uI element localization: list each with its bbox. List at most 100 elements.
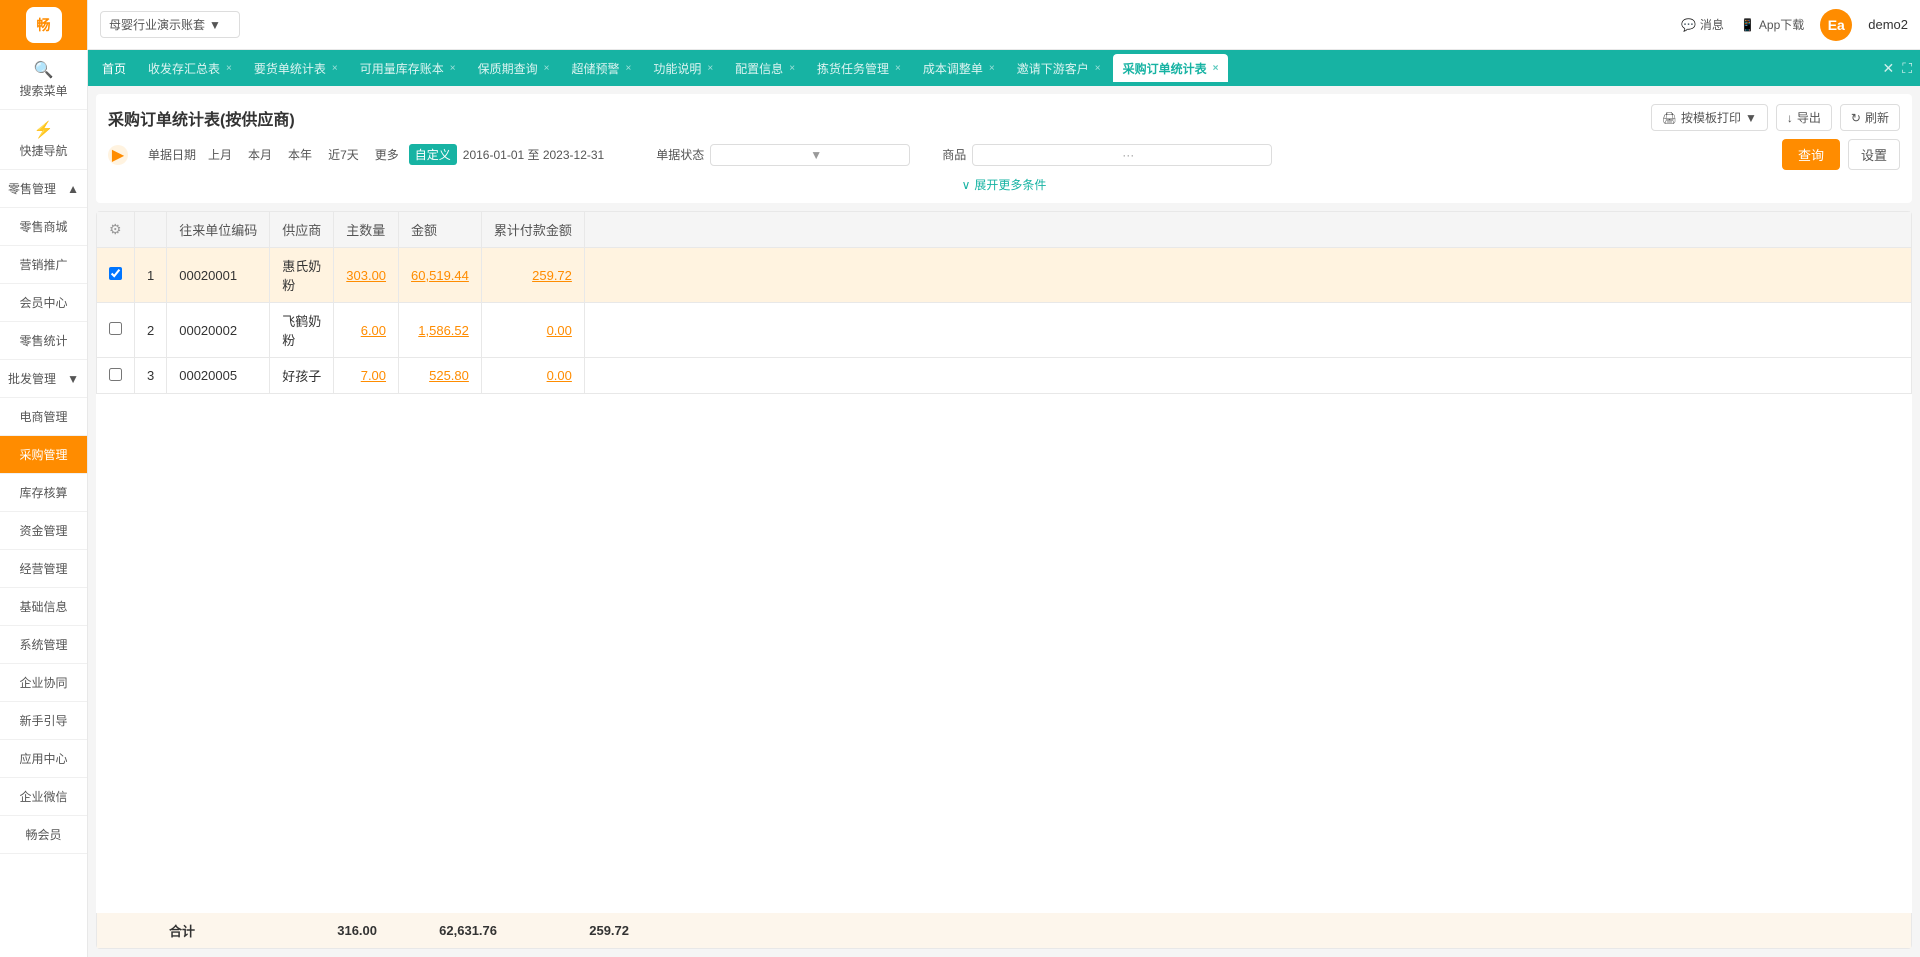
sidebar-item-search[interactable]: 🔍 搜索菜单 bbox=[0, 50, 87, 110]
tab-shelf-life[interactable]: 保质期查询 × bbox=[468, 54, 560, 82]
toggle-arrow-button[interactable]: ▶ bbox=[108, 145, 128, 165]
table-scroll[interactable]: ⚙ 往来单位编码 供应商 主数量 金额 累计付款金额 bbox=[96, 211, 1912, 913]
filter-title-row: 采购订单统计表(按供应商) 🖨 按模板打印 ▼ ↓ 导出 ↻ 刷新 bbox=[108, 104, 1900, 131]
sidebar-item-marketing-label: 营销推广 bbox=[4, 256, 83, 273]
row-2-quantity[interactable]: 6.00 bbox=[334, 303, 399, 358]
tab-close-goods-summary[interactable]: × bbox=[332, 63, 338, 74]
tab-invite-downstream[interactable]: 邀请下游客户 × bbox=[1007, 54, 1111, 82]
tab-collect-summary[interactable]: 收发存汇总表 × bbox=[138, 54, 242, 82]
setting-button[interactable]: 设置 bbox=[1848, 139, 1900, 170]
logo-text: 畅 bbox=[37, 15, 51, 35]
message-icon: 💬 bbox=[1681, 18, 1696, 32]
table-row[interactable]: 3 00020005 好孩子 7.00 525.80 0.00 bbox=[97, 358, 1912, 394]
app-download-icon: 📱 bbox=[1740, 18, 1755, 32]
row-2-paid[interactable]: 0.00 bbox=[481, 303, 584, 358]
tab-close-cost-adjust[interactable]: × bbox=[989, 63, 995, 74]
tab-close-all-icon[interactable]: ✕ bbox=[1882, 60, 1894, 77]
sidebar-item-marketing[interactable]: 营销推广 bbox=[0, 246, 87, 284]
tab-overstock[interactable]: 超储预警 × bbox=[561, 54, 641, 82]
row-3-paid[interactable]: 0.00 bbox=[481, 358, 584, 394]
tab-purchase-summary[interactable]: 采购订单统计表 × bbox=[1113, 54, 1229, 82]
tab-close-pick-task[interactable]: × bbox=[895, 63, 901, 74]
tab-cost-adjust[interactable]: 成本调整单 × bbox=[913, 54, 1005, 82]
tab-close-available-stock[interactable]: × bbox=[450, 63, 456, 74]
tab-home[interactable]: 首页 bbox=[92, 54, 136, 82]
table-row[interactable]: 2 00020002 飞鹤奶粉 6.00 1,586.52 0.00 bbox=[97, 303, 1912, 358]
sidebar-item-retail[interactable]: 零售管理 ▲ bbox=[0, 170, 87, 208]
row-1-paid[interactable]: 259.72 bbox=[481, 248, 584, 303]
sidebar-item-wechat[interactable]: 企业微信 bbox=[0, 778, 87, 816]
column-settings-icon[interactable]: ⚙ bbox=[109, 221, 122, 237]
tab-goods-summary[interactable]: 要货单统计表 × bbox=[244, 54, 348, 82]
row-1-checkbox[interactable] bbox=[97, 248, 135, 303]
refresh-button[interactable]: ↻ 刷新 bbox=[1840, 104, 1900, 131]
row-3-checkbox-input[interactable] bbox=[109, 368, 122, 381]
row-1-quantity[interactable]: 303.00 bbox=[334, 248, 399, 303]
date-chip-custom[interactable]: 自定义 bbox=[409, 144, 457, 165]
sidebar-item-guide[interactable]: 新手引导 bbox=[0, 702, 87, 740]
tab-pick-task[interactable]: 拣货任务管理 × bbox=[807, 54, 911, 82]
table-row[interactable]: 1 00020001 惠氏奶粉 303.00 60,519.44 259.72 bbox=[97, 248, 1912, 303]
print-label: 按模板打印 bbox=[1681, 109, 1741, 126]
settings-col-header: ⚙ bbox=[97, 212, 135, 248]
row-3-checkbox[interactable] bbox=[97, 358, 135, 394]
app-download-button[interactable]: 📱 App下载 bbox=[1740, 16, 1804, 33]
tab-config[interactable]: 配置信息 × bbox=[725, 54, 805, 82]
date-chip-last-month[interactable]: 上月 bbox=[202, 144, 238, 165]
avatar-text: Ea bbox=[1828, 17, 1845, 33]
footer-paid: 259.72 bbox=[509, 923, 629, 938]
sidebar-item-app-center[interactable]: 应用中心 bbox=[0, 740, 87, 778]
row-3-quantity[interactable]: 7.00 bbox=[334, 358, 399, 394]
avatar[interactable]: Ea bbox=[1820, 9, 1852, 41]
goods-input[interactable]: ··· bbox=[972, 144, 1272, 166]
sidebar-item-retail-store[interactable]: 零售商城 bbox=[0, 208, 87, 246]
sidebar-item-inventory[interactable]: 库存核算 bbox=[0, 474, 87, 512]
status-select[interactable]: ▼ bbox=[710, 144, 910, 166]
tab-close-invite-downstream[interactable]: × bbox=[1095, 63, 1101, 74]
tab-close-config[interactable]: × bbox=[789, 63, 795, 74]
export-button[interactable]: ↓ 导出 bbox=[1776, 104, 1832, 131]
expand-more-icon: ∨ bbox=[962, 178, 971, 192]
sidebar-item-member2[interactable]: 畅会员 bbox=[0, 816, 87, 854]
tab-pick-task-label: 拣货任务管理 bbox=[817, 60, 889, 77]
message-button[interactable]: 💬 消息 bbox=[1681, 16, 1724, 33]
tab-close-shelf-life[interactable]: × bbox=[544, 63, 550, 74]
date-chip-7days[interactable]: 近7天 bbox=[322, 144, 365, 165]
sidebar-item-member[interactable]: 会员中心 bbox=[0, 284, 87, 322]
query-button[interactable]: 查询 bbox=[1782, 139, 1840, 170]
row-2-amount[interactable]: 1,586.52 bbox=[399, 303, 482, 358]
row-1-supplier: 惠氏奶粉 bbox=[270, 248, 334, 303]
sidebar-item-ecommerce[interactable]: 电商管理 bbox=[0, 398, 87, 436]
sidebar-item-basic[interactable]: 基础信息 bbox=[0, 588, 87, 626]
tab-maximize-icon[interactable]: ⛶ bbox=[1902, 60, 1912, 77]
tab-close-purchase-summary[interactable]: × bbox=[1213, 63, 1219, 74]
row-2-checkbox-input[interactable] bbox=[109, 322, 122, 335]
tab-available-stock[interactable]: 可用量库存账本 × bbox=[350, 54, 466, 82]
date-chip-this-month[interactable]: 本月 bbox=[242, 144, 278, 165]
tab-close-func-desc[interactable]: × bbox=[707, 63, 713, 74]
sidebar-item-operation[interactable]: 经营管理 bbox=[0, 550, 87, 588]
row-1-code: 00020001 bbox=[167, 248, 270, 303]
sidebar-item-retail-stats[interactable]: 零售统计 bbox=[0, 322, 87, 360]
sidebar-item-quick-nav[interactable]: ⚡ 快捷导航 bbox=[0, 110, 87, 170]
date-chip-this-year[interactable]: 本年 bbox=[282, 144, 318, 165]
sidebar-item-collab[interactable]: 企业协同 bbox=[0, 664, 87, 702]
tab-close-overstock[interactable]: × bbox=[625, 63, 631, 74]
chevron-down-icon: ▲ bbox=[67, 182, 79, 196]
print-button[interactable]: 🖨 按模板打印 ▼ bbox=[1651, 104, 1768, 131]
tab-close-collect-summary[interactable]: × bbox=[226, 63, 232, 74]
row-2-checkbox[interactable] bbox=[97, 303, 135, 358]
tab-shelf-life-label: 保质期查询 bbox=[478, 60, 538, 77]
store-selector[interactable]: 母婴行业演示账套 ▼ bbox=[100, 11, 240, 38]
tab-func-desc[interactable]: 功能说明 × bbox=[643, 54, 723, 82]
sidebar-item-purchase[interactable]: 采购管理 bbox=[0, 436, 87, 474]
sidebar-item-system[interactable]: 系统管理 bbox=[0, 626, 87, 664]
row-1-amount[interactable]: 60,519.44 bbox=[399, 248, 482, 303]
logo-icon: 畅 bbox=[26, 7, 62, 43]
date-chip-more[interactable]: 更多 bbox=[369, 144, 405, 165]
row-1-checkbox-input[interactable] bbox=[109, 267, 122, 280]
sidebar-item-wholesale[interactable]: 批发管理 ▼ bbox=[0, 360, 87, 398]
sidebar-item-finance[interactable]: 资金管理 bbox=[0, 512, 87, 550]
row-3-amount[interactable]: 525.80 bbox=[399, 358, 482, 394]
expand-more-button[interactable]: ∨ 展开更多条件 bbox=[108, 176, 1900, 193]
